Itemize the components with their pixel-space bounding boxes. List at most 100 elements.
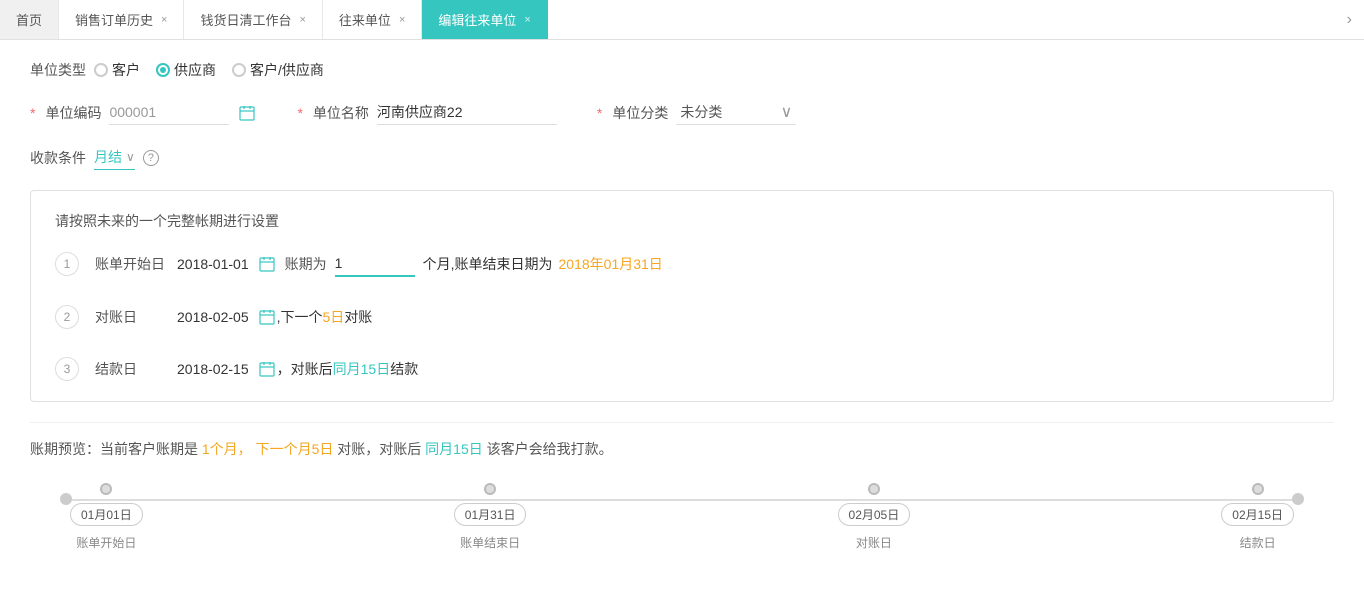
step-num-2: 2 [55, 305, 79, 329]
timeline-label-1: 账单结束日 [460, 534, 520, 551]
radio-both[interactable]: 客户/供应商 [232, 60, 324, 80]
radio-customer[interactable]: 客户 [94, 60, 140, 80]
step-cal-icon-3[interactable] [257, 359, 277, 379]
timeline-badge-1: 01月31日 [454, 503, 527, 526]
timeline-label-2: 对账日 [856, 534, 892, 551]
unit-category-label: 单位分类 [612, 103, 668, 123]
timeline-badge-2: 02月05日 [838, 503, 911, 526]
unit-category-select[interactable]: 未分类 ∨ [676, 100, 796, 125]
timeline-dot-2 [868, 483, 880, 495]
unit-type-row: 单位类型 客户 供应商 客户/供应商 [30, 60, 1334, 80]
step2-prefix: ,下一个 [277, 307, 323, 327]
step-date-2: 2018-02-05 [177, 309, 249, 325]
step-row-1: 1 账单开始日 2018-01-01 账期为 个月,账单结束日期为 2018年0… [55, 251, 1309, 277]
payment-label: 收款条件 [30, 148, 86, 168]
radio-supplier-label: 供应商 [174, 60, 216, 80]
unit-code-field: * 单位编码 [30, 100, 257, 125]
timeline-node-2: 02月05日 对账日 [838, 483, 911, 551]
step3-suffix: 结款 [390, 359, 418, 379]
timeline-badge-3: 02月15日 [1221, 503, 1294, 526]
unit-category-field: * 单位分类 未分类 ∨ [597, 100, 796, 125]
step-date-3: 2018-02-15 [177, 361, 249, 377]
preview-section: 账期预览：当前客户账期是 1个月， 下一个月5日 对账，对账后 同月15日 该客… [30, 422, 1334, 551]
timeline-label-0: 账单开始日 [76, 534, 136, 551]
tab-sales-history[interactable]: 销售订单历史 × [59, 0, 184, 39]
payment-select[interactable]: 月结 ∨ [94, 145, 135, 170]
step-num-1: 1 [55, 252, 79, 276]
timeline-end-dot [1292, 493, 1304, 505]
tab-edit-partner[interactable]: 编辑往来单位 × [422, 0, 547, 39]
timeline-node-0: 01月01日 账单开始日 [70, 483, 143, 551]
tab-home[interactable]: 首页 [0, 0, 59, 39]
unit-code-icon[interactable] [237, 103, 257, 123]
preview-part3: 对账，对账后 [337, 441, 421, 457]
timeline-badge-0: 01月01日 [70, 503, 143, 526]
timeline-dot-3 [1252, 483, 1264, 495]
unit-type-label: 单位类型 [30, 60, 86, 80]
preview-part4: 同月15日 [425, 441, 483, 457]
unit-code-input[interactable] [109, 100, 229, 125]
timeline-node-3: 02月15日 结款日 [1221, 483, 1294, 551]
unit-code-star: * [30, 105, 35, 121]
unit-name-label: 单位名称 [313, 103, 369, 123]
timeline-dot-1 [484, 483, 496, 495]
radio-customer-circle [94, 63, 108, 77]
tab-cash-work-close[interactable]: × [299, 14, 305, 26]
unit-name-field: * 单位名称 [297, 100, 556, 125]
tab-sales-history-close[interactable]: × [161, 14, 167, 26]
tab-partner-unit-close[interactable]: × [399, 14, 405, 26]
radio-supplier-dot [160, 67, 166, 73]
step-cal-icon-2[interactable] [257, 307, 277, 327]
step-date-1: 2018-01-01 [177, 256, 249, 272]
billing-end-date: 2018年01月31日 [559, 254, 663, 274]
timeline-dot-0 [100, 483, 112, 495]
payment-dropdown-arrow: ∨ [126, 150, 135, 164]
payment-field: 收款条件 月结 ∨ ? [30, 145, 159, 170]
preview-label: 账期预览：当前客户账期是 [30, 441, 198, 457]
unit-type-radio-group: 客户 供应商 客户/供应商 [94, 60, 324, 80]
payment-row: 收款条件 月结 ∨ ? [30, 145, 1334, 170]
radio-both-label: 客户/供应商 [250, 60, 324, 80]
months-unit-text: 个月,账单结束日期为 [423, 254, 553, 274]
tab-edit-partner-close[interactable]: × [524, 14, 530, 26]
unit-type-field: 单位类型 客户 供应商 客户/供应商 [30, 60, 324, 80]
timeline-nodes: 01月01日 账单开始日 01月31日 账单结束日 02月05日 对账日 02月… [70, 483, 1294, 551]
step-row-2: 2 对账日 2018-02-05 ,下一个 5日 对账 [55, 305, 1309, 329]
months-input[interactable] [335, 251, 415, 277]
unit-code-label: 单位编码 [45, 103, 101, 123]
unit-info-row: * 单位编码 * 单位名称 * 单位分类 未分类 ∨ [30, 100, 1334, 125]
step-label-1: 账单开始日 [95, 254, 165, 274]
tab-bar: 首页 销售订单历史 × 钱货日清工作台 × 往来单位 × 编辑往来单位 × › [0, 0, 1364, 40]
step2-highlight: 5日 [323, 307, 345, 327]
preview-part1: 1个月， [202, 441, 252, 457]
radio-supplier-circle [156, 63, 170, 77]
radio-customer-label: 客户 [112, 60, 140, 80]
tab-more-button[interactable]: › [1335, 0, 1364, 39]
tab-partner-unit[interactable]: 往来单位 × [323, 0, 422, 39]
step2-suffix: 对账 [344, 307, 372, 327]
payment-value: 月结 [94, 147, 122, 167]
tab-cash-work[interactable]: 钱货日清工作台 × [184, 0, 322, 39]
step-num-3: 3 [55, 357, 79, 381]
preview-part5: 该客户会给我打款。 [487, 441, 613, 457]
step3-prefix: ，对账后 [277, 359, 333, 379]
timeline-start-dot [60, 493, 72, 505]
tab-edit-partner-label: 编辑往来单位 [438, 10, 516, 29]
step-label-2: 对账日 [95, 307, 165, 327]
radio-supplier[interactable]: 供应商 [156, 60, 216, 80]
settings-box: 请按照未来的一个完整帐期进行设置 1 账单开始日 2018-01-01 账期为 … [30, 190, 1334, 402]
payment-help-icon[interactable]: ? [143, 150, 159, 166]
unit-category-value: 未分类 [680, 102, 776, 122]
unit-name-input[interactable] [377, 100, 557, 125]
tab-sales-history-label: 销售订单历史 [75, 10, 153, 29]
tab-home-label: 首页 [16, 10, 42, 29]
main-content: 单位类型 客户 供应商 客户/供应商 [0, 40, 1364, 608]
unit-category-arrow: ∨ [781, 102, 793, 122]
timeline-node-1: 01月31日 账单结束日 [454, 483, 527, 551]
step-cal-icon-1[interactable] [257, 254, 277, 274]
step-label-3: 结款日 [95, 359, 165, 379]
step3-highlight: 同月15日 [333, 359, 391, 379]
preview-text: 账期预览：当前客户账期是 1个月， 下一个月5日 对账，对账后 同月15日 该客… [30, 439, 1334, 459]
settings-title: 请按照未来的一个完整帐期进行设置 [55, 211, 1309, 231]
timeline: 01月01日 账单开始日 01月31日 账单结束日 02月05日 对账日 02月… [30, 483, 1334, 551]
